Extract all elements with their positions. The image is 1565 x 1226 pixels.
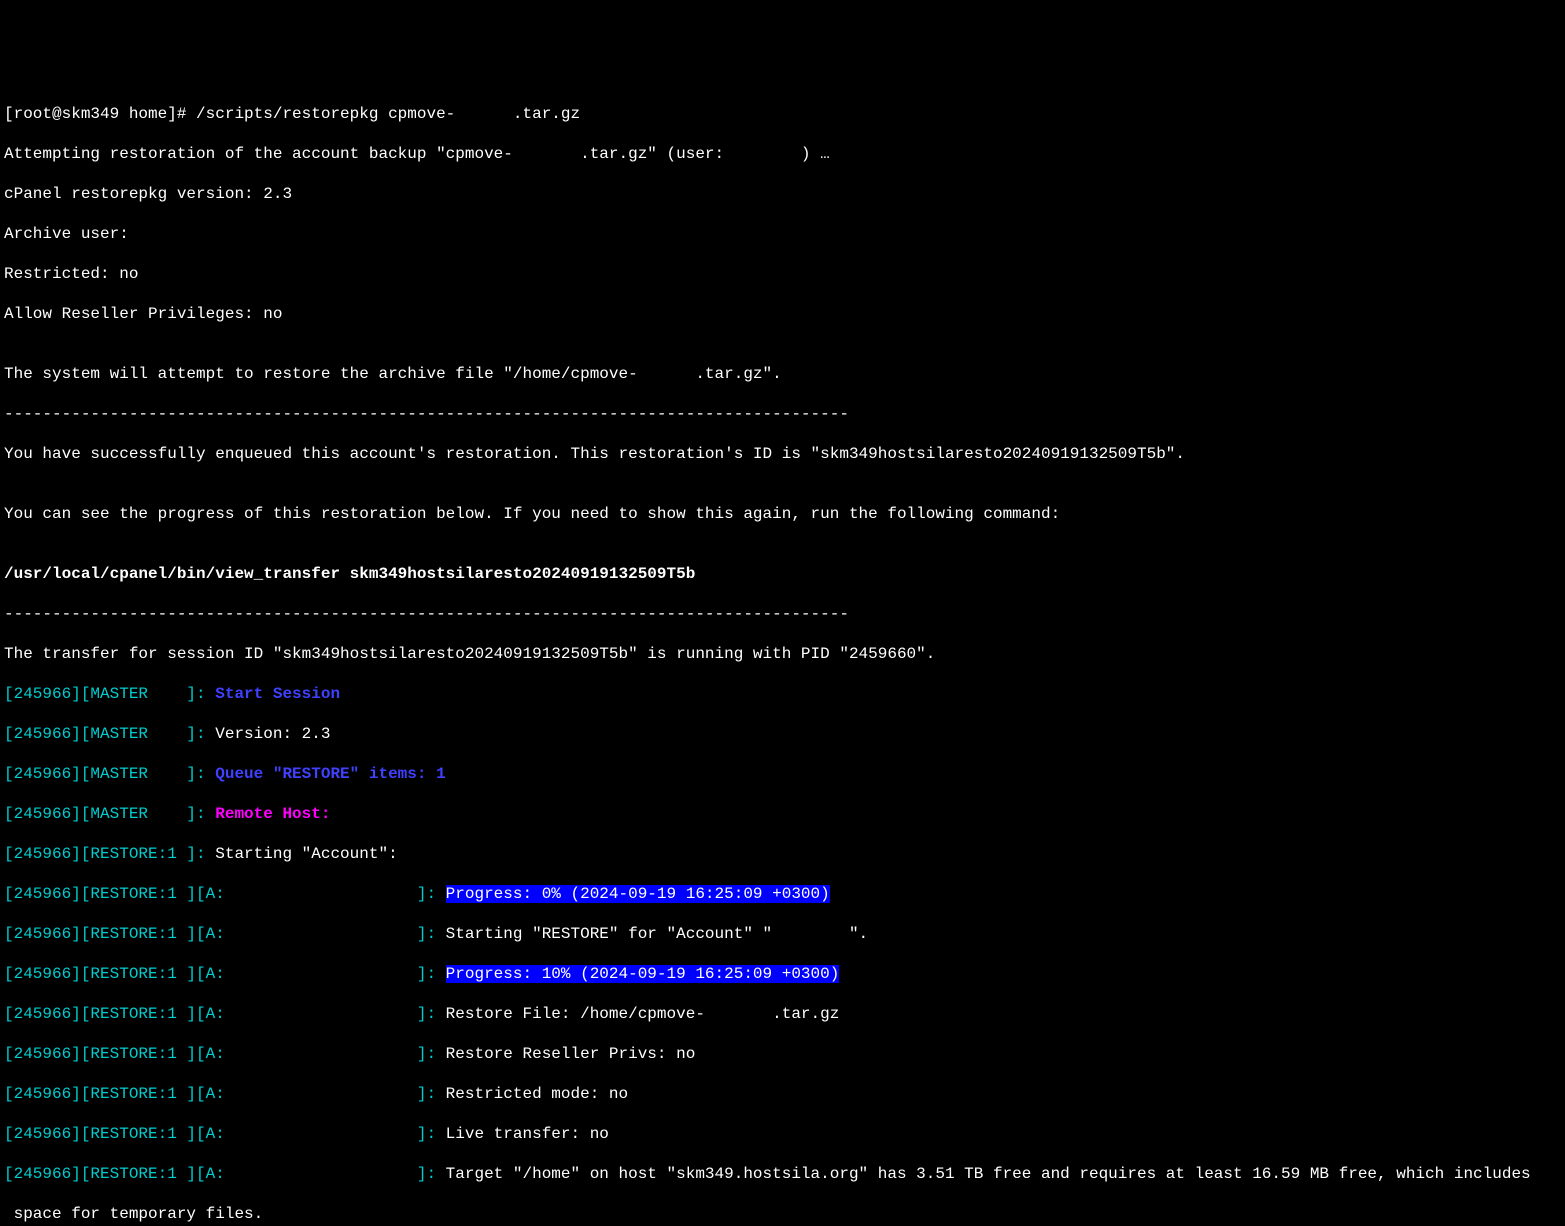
log-prefix: [245966][RESTORE:1 ][A: ]: [4, 1005, 446, 1023]
log-prefix: [245966][RESTORE:1 ][A: ]: [4, 1085, 446, 1103]
log-message: Restricted mode: no [446, 1085, 628, 1103]
progress-highlight: Progress: 0% (2024-09-19 16:25:09 +0300) [446, 885, 830, 903]
master-log-line: [245966][MASTER ]: Version: 2.3 [4, 724, 1561, 744]
restore-log-line: [245966][RESTORE:1 ][A: ]: Live transfer… [4, 1124, 1561, 1144]
log-message: Live transfer: no [446, 1125, 609, 1143]
log-prefix: [245966][MASTER ]: [4, 805, 215, 823]
separator-line: ----------------------------------------… [4, 604, 1561, 624]
system-attempt-line: The system will attempt to restore the a… [4, 364, 1561, 384]
log-message: Queue "RESTORE" items: 1 [215, 765, 445, 783]
allow-reseller-line: Allow Reseller Privileges: no [4, 304, 1561, 324]
master-log-line: [245966][MASTER ]: Start Session [4, 684, 1561, 704]
log-prefix: [245966][RESTORE:1 ]: [4, 845, 215, 863]
log-message: Start Session [215, 685, 340, 703]
master-log-line: [245966][MASTER ]: Remote Host: [4, 804, 1561, 824]
log-message: Starting "Account": [215, 845, 397, 863]
restore-log-line: [245966][RESTORE:1 ][A: ]: Starting "RES… [4, 924, 1561, 944]
command-prompt-line: [root@skm349 home]# /scripts/restorepkg … [4, 104, 1561, 124]
progress-highlight: Progress: 10% (2024-09-19 16:25:09 +0300… [446, 965, 840, 983]
restore-log-continuation: space for temporary files. [4, 1204, 1561, 1224]
log-prefix: [245966][RESTORE:1 ][A: ]: [4, 965, 446, 983]
restore-log-line: [245966][RESTORE:1 ][A: ]: Restore Resel… [4, 1044, 1561, 1064]
archive-user-line: Archive user: [4, 224, 1561, 244]
attempting-line: Attempting restoration of the account ba… [4, 144, 1561, 164]
log-message: Starting "RESTORE" for "Account" " ". [446, 925, 868, 943]
log-prefix: [245966][RESTORE:1 ][A: ]: [4, 1045, 446, 1063]
log-message: Restore Reseller Privs: no [446, 1045, 696, 1063]
master-log-line: [245966][MASTER ]: Queue "RESTORE" items… [4, 764, 1561, 784]
log-prefix: [245966][RESTORE:1 ][A: ]: [4, 925, 446, 943]
restore-log-line: [245966][RESTORE:1 ][A: ]: Target "/home… [4, 1164, 1561, 1184]
restore-log-line: [245966][RESTORE:1 ][A: ]: Restore File:… [4, 1004, 1561, 1024]
transfer-running-line: The transfer for session ID "skm349hosts… [4, 644, 1561, 664]
enqueued-line: You have successfully enqueued this acco… [4, 444, 1561, 464]
log-prefix: [245966][RESTORE:1 ][A: ]: [4, 885, 446, 903]
restore-log-line: [245966][RESTORE:1 ]: Starting "Account"… [4, 844, 1561, 864]
restore-log-line: [245966][RESTORE:1 ][A: ]: Restricted mo… [4, 1084, 1561, 1104]
log-prefix: [245966][MASTER ]: [4, 685, 215, 703]
log-prefix: [245966][RESTORE:1 ][A: ]: [4, 1165, 446, 1183]
log-message: Version: 2.3 [215, 725, 330, 743]
log-prefix: [245966][RESTORE:1 ][A: ]: [4, 1125, 446, 1143]
log-prefix: [245966][MASTER ]: [4, 725, 215, 743]
log-message: Remote Host: [215, 805, 330, 823]
restricted-line: Restricted: no [4, 264, 1561, 284]
log-prefix: [245966][MASTER ]: [4, 765, 215, 783]
separator-line: ----------------------------------------… [4, 404, 1561, 424]
log-message: Target "/home" on host "skm349.hostsila.… [446, 1165, 1531, 1183]
terminal-output: [root@skm349 home]# /scripts/restorepkg … [4, 84, 1561, 1226]
restore-log-line: [245966][RESTORE:1 ][A: ]: Progress: 10%… [4, 964, 1561, 984]
see-progress-line: You can see the progress of this restora… [4, 504, 1561, 524]
view-transfer-command: /usr/local/cpanel/bin/view_transfer skm3… [4, 564, 1561, 584]
restore-log-line: [245966][RESTORE:1 ][A: ]: Progress: 0% … [4, 884, 1561, 904]
version-line: cPanel restorepkg version: 2.3 [4, 184, 1561, 204]
log-message: Restore File: /home/cpmove- .tar.gz [446, 1005, 840, 1023]
